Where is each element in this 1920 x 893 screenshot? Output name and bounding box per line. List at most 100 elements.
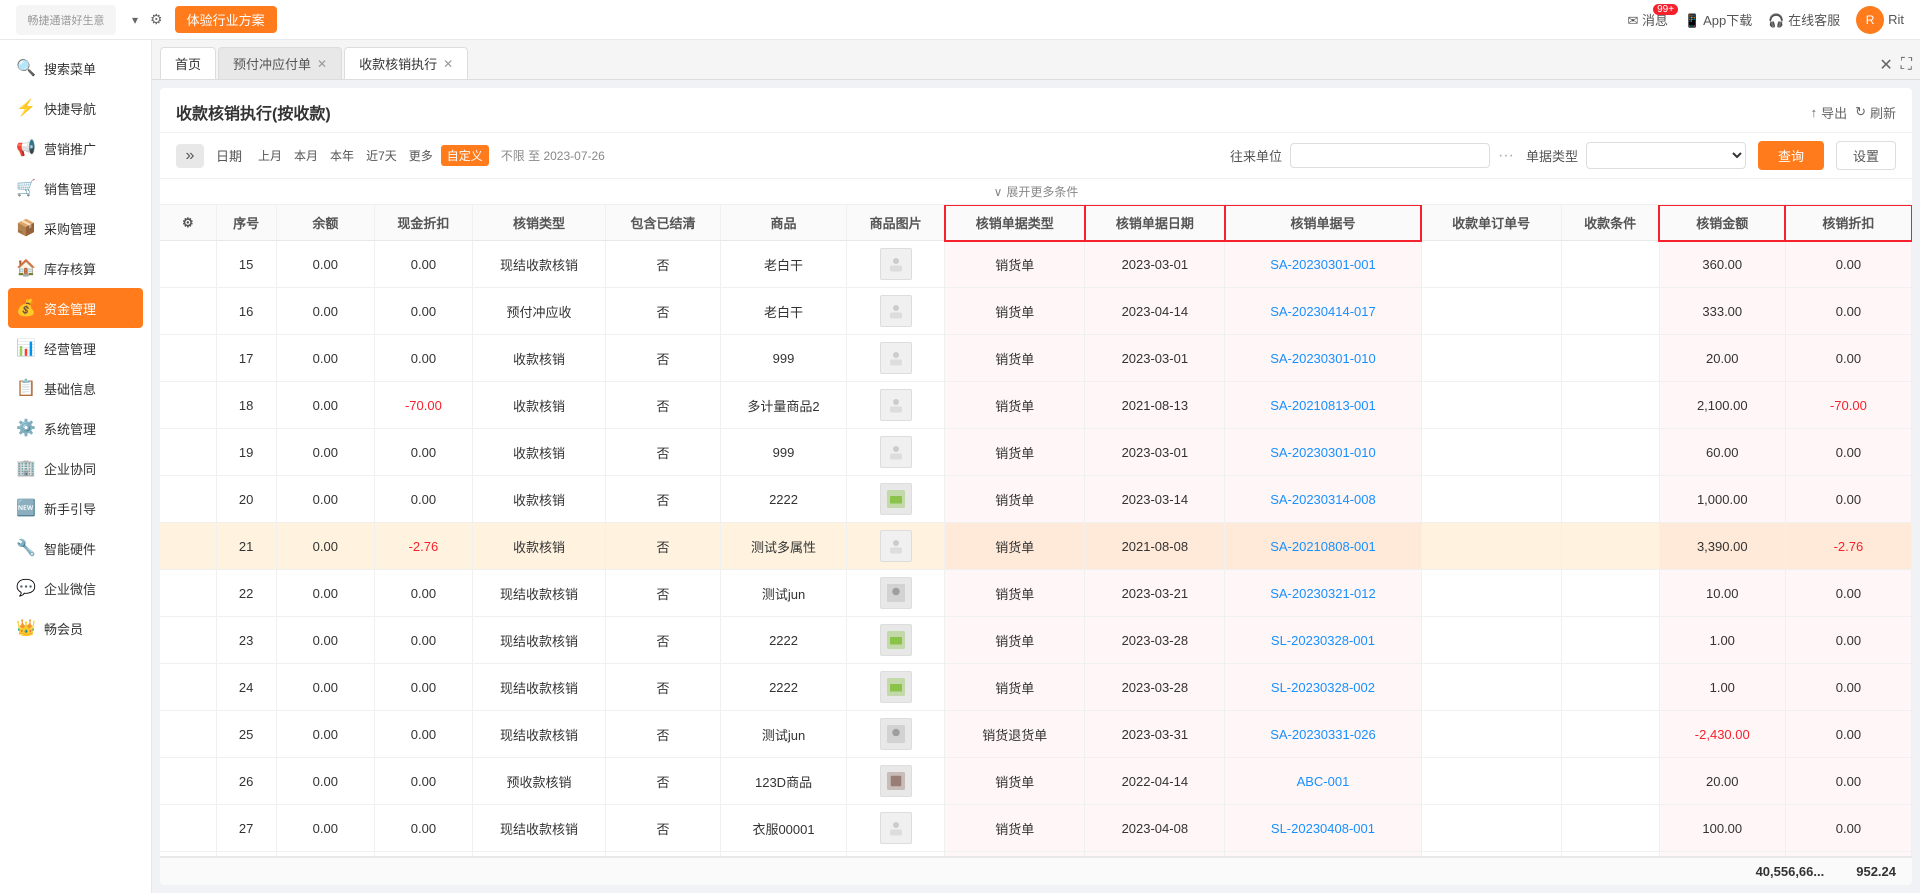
sidebar-item-sales[interactable]: 🛒 销售管理 bbox=[0, 168, 151, 208]
row-receipt-condition-cell bbox=[1561, 523, 1659, 570]
row-settings-cell[interactable] bbox=[160, 288, 216, 335]
row-writeoff-doc-type-cell: 销货单 bbox=[945, 429, 1085, 476]
tab-prepay[interactable]: 预付冲应付单 ✕ bbox=[218, 47, 342, 79]
row-writeoff-doc-no-cell[interactable]: SA-20230301-001 bbox=[1225, 241, 1421, 288]
row-settings-cell[interactable] bbox=[160, 523, 216, 570]
sidebar-item-operations[interactable]: 📊 经营管理 bbox=[0, 328, 151, 368]
sidebar-item-purchase[interactable]: 📦 采购管理 bbox=[0, 208, 151, 248]
query-button[interactable]: 查询 bbox=[1758, 141, 1824, 170]
doc-no-link[interactable]: SL-20230328-001 bbox=[1271, 633, 1375, 648]
export-button[interactable]: ↑ 导出 bbox=[1811, 103, 1848, 122]
col-settings[interactable]: ⚙ bbox=[160, 205, 216, 241]
row-settings-cell[interactable] bbox=[160, 570, 216, 617]
solution-button[interactable]: 体验行业方案 bbox=[175, 6, 277, 33]
row-writeoff-type-cell: 现结收款核销 bbox=[472, 805, 605, 852]
doc-no-link[interactable]: SL-20230328-002 bbox=[1271, 680, 1375, 695]
sidebar-item-search[interactable]: 🔍 搜索菜单 bbox=[0, 48, 151, 88]
row-writeoff-doc-no-cell[interactable]: SA-20230414-017 bbox=[1225, 288, 1421, 335]
app-download[interactable]: 📱 App下载 bbox=[1684, 10, 1752, 29]
voucher-type-select[interactable] bbox=[1586, 142, 1746, 169]
doc-no-link[interactable]: SA-20230321-012 bbox=[1270, 586, 1376, 601]
row-settings-cell[interactable] bbox=[160, 711, 216, 758]
row-seq-cell: 25 bbox=[216, 711, 276, 758]
sidebar-item-member[interactable]: 👑 畅会员 bbox=[0, 608, 151, 648]
sidebar-item-quick-nav[interactable]: ⚡ 快捷导航 bbox=[0, 88, 151, 128]
doc-no-link[interactable]: SA-20230301-010 bbox=[1270, 445, 1376, 460]
row-settings-cell[interactable] bbox=[160, 758, 216, 805]
row-writeoff-doc-no-cell[interactable]: ABC-001 bbox=[1225, 758, 1421, 805]
doc-no-link[interactable]: SA-20230314-008 bbox=[1270, 492, 1376, 507]
date-btn-more[interactable]: 更多 bbox=[405, 145, 437, 166]
row-writeoff-doc-no-cell[interactable]: SA-20230314-008 bbox=[1225, 476, 1421, 523]
date-btn-this-month[interactable]: 本月 bbox=[290, 145, 322, 166]
sidebar-item-marketing[interactable]: 📢 营销推广 bbox=[0, 128, 151, 168]
date-btn-this-year[interactable]: 本年 bbox=[326, 145, 358, 166]
doc-no-link[interactable]: SA-20230301-001 bbox=[1270, 257, 1376, 272]
row-writeoff-doc-no-cell[interactable]: SL-20230408-001 bbox=[1225, 805, 1421, 852]
sidebar-item-base-info[interactable]: 📋 基础信息 bbox=[0, 368, 151, 408]
table-container[interactable]: ⚙ 序号 余额 现金折扣 核销类型 包含已结清 商品 商品图片 核销单据类型 核… bbox=[160, 205, 1912, 856]
user-area[interactable]: R Rit bbox=[1856, 6, 1904, 34]
doc-no-link[interactable]: SL-20230408-001 bbox=[1271, 821, 1375, 836]
date-btn-7days[interactable]: 近7天 bbox=[362, 145, 401, 166]
expand-more-button[interactable]: ∨ 展开更多条件 bbox=[994, 183, 1079, 200]
sidebar-item-hardware[interactable]: 🔧 智能硬件 bbox=[0, 528, 151, 568]
writeoff-amount-total: 40,556,66... bbox=[1756, 864, 1825, 879]
row-settings-cell[interactable] bbox=[160, 805, 216, 852]
sidebar-item-wechat[interactable]: 💬 企业微信 bbox=[0, 568, 151, 608]
row-writeoff-doc-no-cell[interactable]: SA-20230301-010 bbox=[1225, 335, 1421, 382]
tab-home[interactable]: 首页 bbox=[160, 47, 216, 79]
date-btn-last-month[interactable]: 上月 bbox=[254, 145, 286, 166]
row-writeoff-doc-no-cell[interactable]: SA-20230321-012 bbox=[1225, 570, 1421, 617]
close-window-icon[interactable]: ✕ bbox=[1879, 55, 1892, 75]
row-writeoff-doc-no-cell[interactable]: SA-20230301-010 bbox=[1225, 429, 1421, 476]
row-settings-cell[interactable] bbox=[160, 852, 216, 857]
row-settings-cell[interactable] bbox=[160, 664, 216, 711]
row-settings-cell[interactable] bbox=[160, 241, 216, 288]
row-writeoff-doc-no-cell[interactable]: SL-20230328-001 bbox=[1225, 617, 1421, 664]
maximize-icon[interactable]: ⛶ bbox=[1901, 56, 1912, 74]
message-badge[interactable]: ✉ 消息 99+ bbox=[1628, 10, 1669, 29]
online-service[interactable]: 🎧 在线客服 bbox=[1768, 10, 1840, 29]
row-writeoff-discount-cell: 0.00 bbox=[1785, 664, 1911, 711]
sidebar-item-inventory[interactable]: 🏠 库存核算 bbox=[0, 248, 151, 288]
sidebar: 🔍 搜索菜单 ⚡ 快捷导航 📢 营销推广 🛒 销售管理 📦 采购管理 🏠 库存核… bbox=[0, 40, 152, 893]
close-icon[interactable]: ✕ bbox=[317, 57, 327, 71]
row-writeoff-doc-no-cell[interactable]: SA-20210813-001 bbox=[1225, 382, 1421, 429]
row-writeoff-doc-no-cell[interactable]: SL-20230418-001 bbox=[1225, 852, 1421, 857]
settings-button[interactable]: 设置 bbox=[1836, 141, 1896, 170]
supplier-input[interactable] bbox=[1290, 143, 1490, 168]
sidebar-item-enterprise[interactable]: 🏢 企业协同 bbox=[0, 448, 151, 488]
sidebar-item-finance[interactable]: 💰 资金管理 bbox=[8, 288, 143, 328]
supplier-dots[interactable]: ··· bbox=[1498, 147, 1514, 165]
sidebar-item-system[interactable]: ⚙️ 系统管理 bbox=[0, 408, 151, 448]
doc-no-link[interactable]: SA-20210813-001 bbox=[1270, 398, 1376, 413]
row-settings-cell[interactable] bbox=[160, 617, 216, 664]
megaphone-icon: 📢 bbox=[16, 138, 36, 158]
row-settings-cell[interactable] bbox=[160, 382, 216, 429]
row-writeoff-type-cell: 收款核销 bbox=[472, 335, 605, 382]
gear-icon[interactable]: ⚙ bbox=[150, 11, 163, 28]
doc-no-link[interactable]: ABC-001 bbox=[1297, 774, 1350, 789]
close-icon[interactable]: ✕ bbox=[443, 57, 453, 71]
row-writeoff-doc-no-cell[interactable]: SL-20230328-002 bbox=[1225, 664, 1421, 711]
date-btn-custom[interactable]: 自定义 bbox=[441, 145, 489, 166]
row-writeoff-doc-type-cell: 销货单 bbox=[945, 664, 1085, 711]
filter-expand-button[interactable]: » bbox=[176, 144, 204, 168]
refresh-button[interactable]: ↻ 刷新 bbox=[1855, 103, 1896, 122]
row-writeoff-discount-cell: 0.00 bbox=[1785, 335, 1911, 382]
row-settings-cell[interactable] bbox=[160, 429, 216, 476]
chevron-down-icon[interactable]: ▾ bbox=[132, 13, 138, 27]
doc-no-link[interactable]: SA-20210808-001 bbox=[1270, 539, 1376, 554]
doc-no-link[interactable]: SA-20230331-026 bbox=[1270, 727, 1376, 742]
row-writeoff-doc-no-cell[interactable]: SA-20210808-001 bbox=[1225, 523, 1421, 570]
sidebar-item-guide[interactable]: 🆕 新手引导 bbox=[0, 488, 151, 528]
row-writeoff-doc-no-cell[interactable]: SA-20230331-026 bbox=[1225, 711, 1421, 758]
row-settings-cell[interactable] bbox=[160, 335, 216, 382]
tab-collect[interactable]: 收款核销执行 ✕ bbox=[344, 47, 468, 79]
row-settings-cell[interactable] bbox=[160, 476, 216, 523]
row-writeoff-doc-type-cell: 销货单 bbox=[945, 523, 1085, 570]
doc-no-link[interactable]: SA-20230301-010 bbox=[1270, 351, 1376, 366]
row-writeoff-doc-type-cell: 销货单 bbox=[945, 805, 1085, 852]
doc-no-link[interactable]: SA-20230414-017 bbox=[1270, 304, 1376, 319]
